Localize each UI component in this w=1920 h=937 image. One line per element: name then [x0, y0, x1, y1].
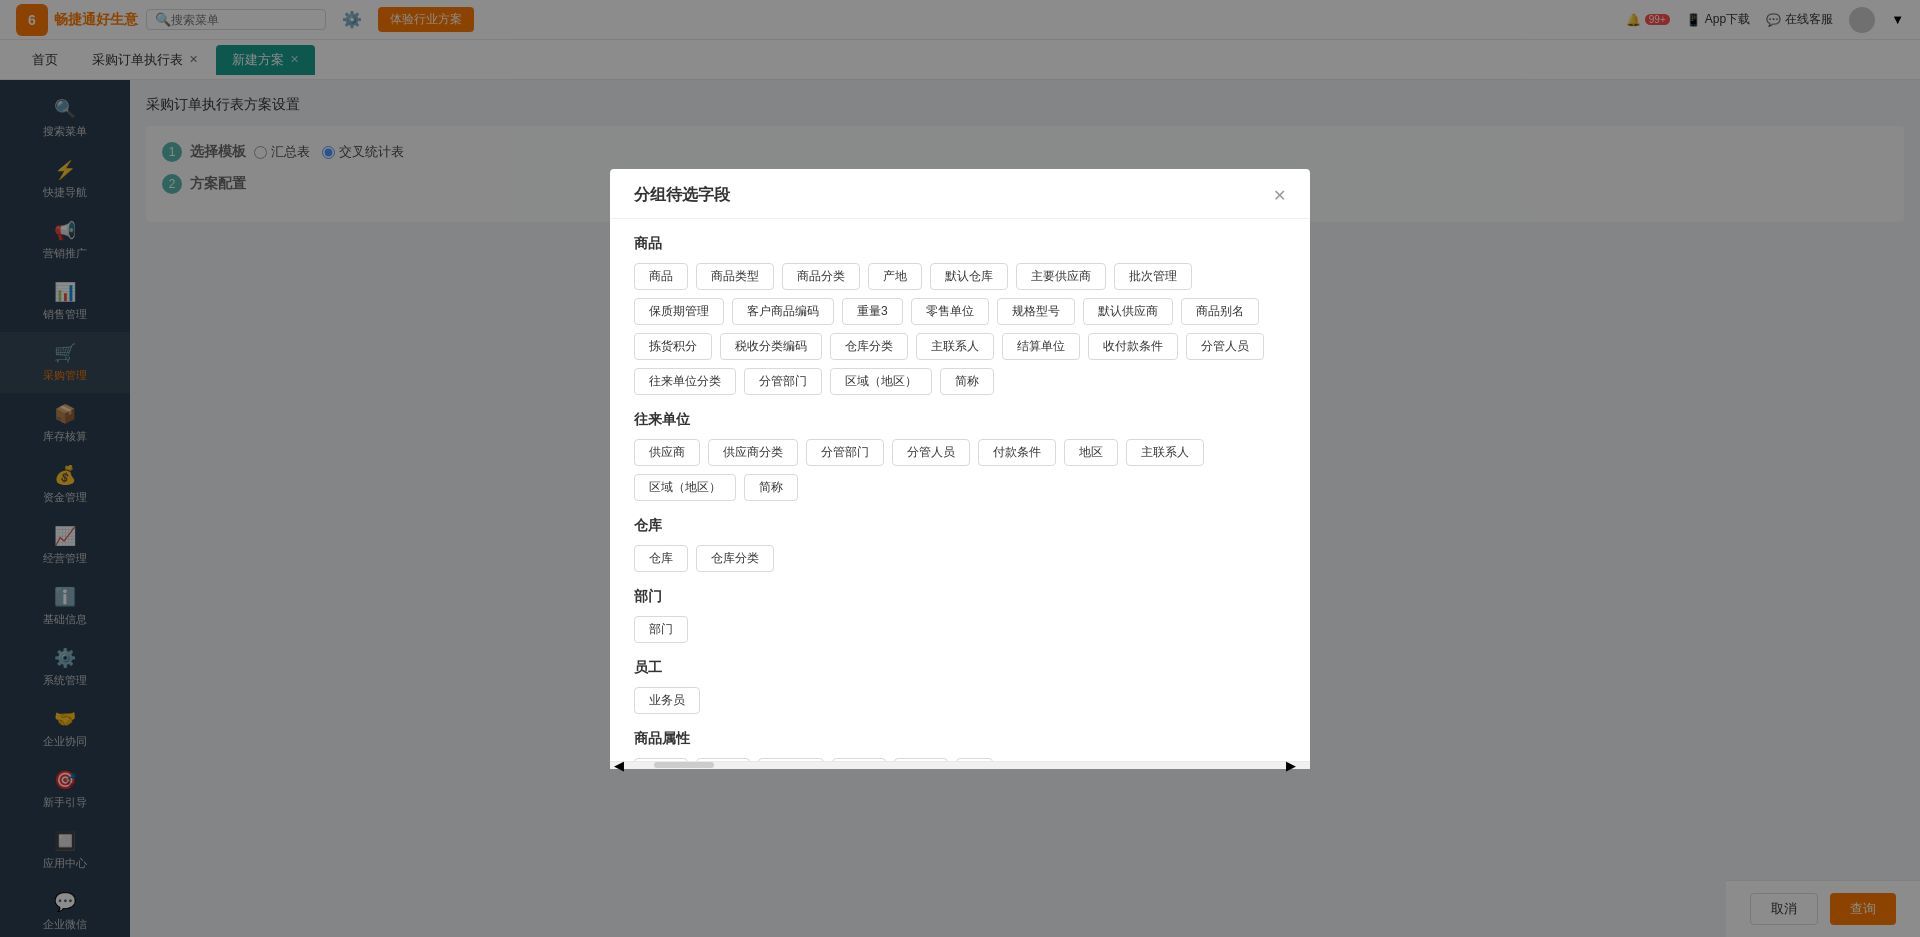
tag-batch-mgmt[interactable]: 批次管理	[1114, 263, 1192, 290]
section-goods-tags: 商品 商品类型 商品分类 产地 默认仓库 主要供应商 批次管理 保质期管理 客户…	[634, 263, 1286, 395]
tag-shelf-life[interactable]: 保质期管理	[634, 298, 724, 325]
modal-body: 商品 商品 商品类型 商品分类 产地 默认仓库 主要供应商 批次管理 保质期管理…	[610, 219, 1310, 761]
section-dept-tags: 部门	[634, 616, 1286, 643]
tag-tax-code[interactable]: 税收分类编码	[720, 333, 822, 360]
tag-main-supplier[interactable]: 主要供应商	[1016, 263, 1106, 290]
section-goods: 商品 商品 商品类型 商品分类 产地 默认仓库 主要供应商 批次管理 保质期管理…	[634, 235, 1286, 395]
tag-supplier-category[interactable]: 供应商分类	[708, 439, 798, 466]
section-warehouse-tags: 仓库 仓库分类	[634, 545, 1286, 572]
modal-title: 分组待选字段	[634, 185, 730, 206]
hscroll-thumb[interactable]	[654, 762, 714, 768]
modal-overlay: 分组待选字段 ✕ 商品 商品 商品类型 商品分类 产地 默认仓库 主要供应商 批…	[0, 0, 1920, 937]
tag-area[interactable]: 地区	[1064, 439, 1118, 466]
tag-warehouse-category[interactable]: 仓库分类	[830, 333, 908, 360]
section-employee-title: 员工	[634, 659, 1286, 677]
tag-default-warehouse[interactable]: 默认仓库	[930, 263, 1008, 290]
tag-goods-alias[interactable]: 商品别名	[1181, 298, 1259, 325]
tag-goods-type[interactable]: 商品类型	[696, 263, 774, 290]
modal-close-icon[interactable]: ✕	[1273, 186, 1286, 205]
tag-region-cp[interactable]: 区域（地区）	[634, 474, 736, 501]
tag-main-contact[interactable]: 主联系人	[916, 333, 994, 360]
tag-supplier[interactable]: 供应商	[634, 439, 700, 466]
tag-warehouse[interactable]: 仓库	[634, 545, 688, 572]
tag-retail-unit[interactable]: 零售单位	[911, 298, 989, 325]
section-goods-attr: 商品属性 属性 颜色 多规格 尺码 鞋码 1	[634, 730, 1286, 761]
tag-warehouse-type[interactable]: 仓库分类	[696, 545, 774, 572]
tag-short-name-goods[interactable]: 简称	[940, 368, 994, 395]
tag-dept-person[interactable]: 分管人员	[892, 439, 970, 466]
section-goods-attr-title: 商品属性	[634, 730, 1286, 748]
tag-dept[interactable]: 部门	[634, 616, 688, 643]
tag-weight3[interactable]: 重量3	[842, 298, 903, 325]
tag-dept-supervisor[interactable]: 分管部门	[744, 368, 822, 395]
tag-dept-mgmt[interactable]: 分管部门	[806, 439, 884, 466]
tag-short-name-cp[interactable]: 简称	[744, 474, 798, 501]
field-select-modal: 分组待选字段 ✕ 商品 商品 商品类型 商品分类 产地 默认仓库 主要供应商 批…	[610, 169, 1310, 769]
tag-supervisor[interactable]: 分管人员	[1186, 333, 1264, 360]
section-counterpart-tags: 供应商 供应商分类 分管部门 分管人员 付款条件 地区 主联系人 区域（地区） …	[634, 439, 1286, 501]
tag-goods-category[interactable]: 商品分类	[782, 263, 860, 290]
tag-region-goods[interactable]: 区域（地区）	[830, 368, 932, 395]
tag-default-supplier[interactable]: 默认供应商	[1083, 298, 1173, 325]
tag-goods[interactable]: 商品	[634, 263, 688, 290]
hscroll-left-arrow[interactable]: ◀	[614, 758, 634, 773]
section-counterpart-title: 往来单位	[634, 411, 1286, 429]
tag-salesperson[interactable]: 业务员	[634, 687, 700, 714]
tag-payment-terms[interactable]: 收付款条件	[1088, 333, 1178, 360]
section-dept-title: 部门	[634, 588, 1286, 606]
modal-hscroll[interactable]: ◀ ▶	[610, 761, 1310, 769]
section-counterpart: 往来单位 供应商 供应商分类 分管部门 分管人员 付款条件 地区 主联系人 区域…	[634, 411, 1286, 501]
section-warehouse: 仓库 仓库 仓库分类	[634, 517, 1286, 572]
tag-customer-code[interactable]: 客户商品编码	[732, 298, 834, 325]
tag-payment-cond[interactable]: 付款条件	[978, 439, 1056, 466]
hscroll-right-arrow[interactable]: ▶	[1286, 758, 1306, 773]
section-warehouse-title: 仓库	[634, 517, 1286, 535]
section-dept: 部门 部门	[634, 588, 1286, 643]
modal-header: 分组待选字段 ✕	[610, 169, 1310, 219]
tag-spec-model[interactable]: 规格型号	[997, 298, 1075, 325]
tag-counterpart-category[interactable]: 往来单位分类	[634, 368, 736, 395]
tag-origin[interactable]: 产地	[868, 263, 922, 290]
tag-contact-main[interactable]: 主联系人	[1126, 439, 1204, 466]
section-employee-tags: 业务员	[634, 687, 1286, 714]
tag-pick-points[interactable]: 拣货积分	[634, 333, 712, 360]
tag-settlement-unit[interactable]: 结算单位	[1002, 333, 1080, 360]
section-goods-title: 商品	[634, 235, 1286, 253]
section-employee: 员工 业务员	[634, 659, 1286, 714]
